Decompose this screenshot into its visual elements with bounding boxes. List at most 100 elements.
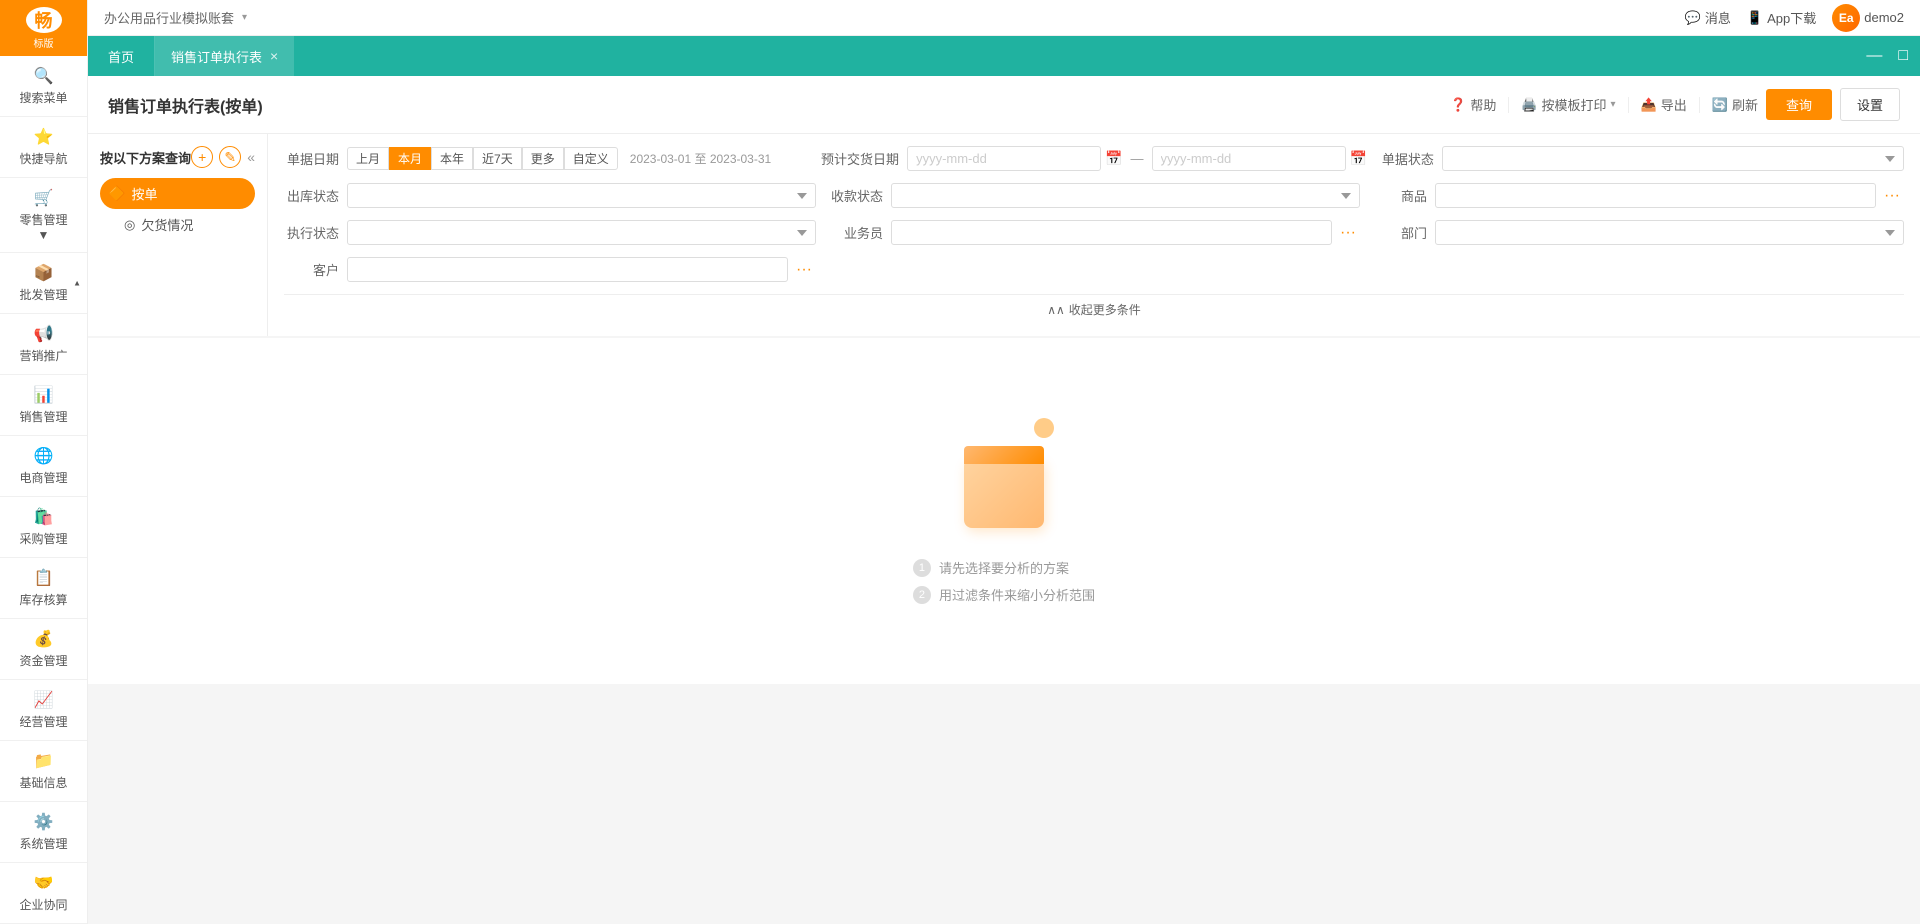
- window-minimize-btn[interactable]: —: [1862, 43, 1886, 69]
- date-label: 单据日期: [284, 149, 339, 168]
- tab-home-label: 首页: [108, 47, 134, 66]
- receipt-status-select[interactable]: [891, 183, 1360, 208]
- date-tab-this-month[interactable]: 本月: [389, 147, 431, 170]
- message-btn[interactable]: 💬 消息: [1685, 8, 1731, 27]
- tab-sales-order[interactable]: 销售订单执行表 ×: [155, 36, 294, 76]
- export-btn[interactable]: 📤 导出: [1641, 95, 1687, 114]
- add-plan-btn[interactable]: +: [191, 146, 213, 168]
- out-status-select[interactable]: [347, 183, 816, 208]
- outstatus-label: 出库状态: [284, 186, 339, 205]
- sidebar-label-retail: 零售管理: [19, 211, 67, 228]
- sidebar-label-sales: 销售管理: [19, 408, 67, 425]
- print-btn[interactable]: 🖨️ 按模板打印 ▾: [1521, 95, 1615, 114]
- refresh-icon: 🔄: [1712, 97, 1728, 113]
- globe-icon: 🌐: [34, 446, 54, 466]
- app-download-btn[interactable]: 📱 App下载: [1747, 8, 1816, 27]
- megaphone-icon: 📢: [34, 324, 54, 344]
- goods-more-btn[interactable]: ···: [1880, 187, 1904, 205]
- sub-item-shortage[interactable]: ◎ 欠货情况: [100, 209, 255, 240]
- logo-icon: 畅: [26, 7, 62, 33]
- sidebar-item-wholesale[interactable]: 📦 批发管理: [0, 253, 87, 314]
- message-icon: 💬: [1685, 10, 1701, 26]
- filter-row-1: 单据日期 上月 本月 本年 近7天 更多 自定义 2023-03-01 至 20…: [284, 146, 1904, 171]
- sidebar-item-finance[interactable]: 💰 资金管理: [0, 619, 87, 680]
- hint-num-2: 2: [913, 586, 931, 604]
- filter-cell-outstatus: 出库状态: [284, 183, 816, 208]
- empty-star: [1034, 418, 1054, 438]
- window-maximize-btn[interactable]: □: [1894, 43, 1912, 69]
- content-area: 销售订单执行表(按单) ❓ 帮助 🖨️ 按模板打印 ▾ 📤 导出: [88, 76, 1920, 924]
- dept-select[interactable]: [1435, 220, 1904, 245]
- tab-sales-order-label: 销售订单执行表: [171, 47, 262, 66]
- plan-icon: 🔶: [108, 185, 125, 202]
- app-subtitle: 标版: [34, 35, 54, 50]
- tab-home[interactable]: 首页: [88, 36, 155, 76]
- customer-more-btn[interactable]: ···: [792, 261, 816, 279]
- plan-item-order[interactable]: 🔶 按单: [100, 178, 255, 209]
- sidebar-item-ecommerce[interactable]: 🌐 电商管理: [0, 436, 87, 497]
- sidebar-item-quick[interactable]: ⭐ 快捷导航: [0, 117, 87, 178]
- date-tab-7days[interactable]: 近7天: [473, 147, 522, 170]
- dept-cell-content: [1435, 220, 1904, 245]
- sidebar-label-system: 系统管理: [19, 835, 67, 852]
- receiptstatus-label: 收款状态: [828, 186, 883, 205]
- edit-plan-btn[interactable]: ✎: [219, 146, 241, 168]
- filter-left-title: 按以下方案查询: [100, 148, 191, 167]
- shortage-icon: ◎: [124, 217, 135, 233]
- goods-cell-content: ···: [1435, 183, 1904, 208]
- calendar-icon-1[interactable]: 📅: [1105, 150, 1122, 167]
- sidebar-item-purchase[interactable]: 🛍️ 采购管理: [0, 497, 87, 558]
- exec-status-select[interactable]: [347, 220, 816, 245]
- customer-input[interactable]: [347, 257, 788, 282]
- date-tab-more[interactable]: 更多: [522, 147, 564, 170]
- date-cell-content: 上月 本月 本年 近7天 更多 自定义 2023-03-01 至 2023-03…: [347, 147, 809, 170]
- sidebar-item-enterprise[interactable]: 🤝 企业协同: [0, 863, 87, 924]
- date-tab-custom[interactable]: 自定义: [564, 147, 618, 170]
- tabbar-right: — □: [1862, 43, 1920, 69]
- filter-row-4: 客户 ···: [284, 257, 1904, 282]
- date-tab-this-year[interactable]: 本年: [431, 147, 473, 170]
- tab-close-icon[interactable]: ×: [270, 49, 278, 63]
- filter-cell-status: 单据状态: [1379, 146, 1904, 171]
- goods-input[interactable]: [1435, 183, 1876, 208]
- plus-icon: +: [198, 149, 206, 165]
- filter-left-actions: + ✎ «: [191, 146, 255, 168]
- empty-hint: 1 请先选择要分析的方案 2 用过滤条件来缩小分析范围: [913, 558, 1095, 604]
- trend-icon: 📈: [34, 690, 54, 710]
- refresh-btn[interactable]: 🔄 刷新: [1712, 95, 1758, 114]
- sidebar-label-purchase: 采购管理: [19, 530, 67, 547]
- status-select[interactable]: [1442, 146, 1904, 171]
- sidebar-item-sales[interactable]: 📊 销售管理: [0, 375, 87, 436]
- print-dropdown-icon[interactable]: ▾: [1611, 99, 1616, 110]
- predicted-date-end[interactable]: [1152, 146, 1346, 171]
- topbar-dropdown-icon[interactable]: ▾: [242, 12, 247, 23]
- search-button[interactable]: 查询: [1766, 89, 1832, 120]
- help-btn[interactable]: ❓ 帮助: [1450, 95, 1496, 114]
- salesperson-input[interactable]: [891, 220, 1332, 245]
- filter-cell-customer: 客户 ···: [284, 257, 816, 282]
- sidebar-label-ecommerce: 电商管理: [19, 469, 67, 486]
- sidebar: 畅 标版 🔍 搜索菜单 ⭐ 快捷导航 🛒 零售管理 📦 批发管理 📢 营销推广 …: [0, 0, 88, 924]
- sidebar-label-wholesale: 批发管理: [19, 286, 67, 303]
- sidebar-item-search[interactable]: 🔍 搜索菜单: [0, 56, 87, 117]
- user-menu[interactable]: Ea demo2: [1832, 4, 1904, 32]
- edit-icon: ✎: [224, 149, 236, 166]
- sidebar-item-system[interactable]: ⚙️ 系统管理: [0, 802, 87, 863]
- date-tab-last-month[interactable]: 上月: [347, 147, 389, 170]
- execstatus-cell-content: [347, 220, 816, 245]
- collapse-left-btn[interactable]: «: [247, 149, 255, 165]
- collapse-label: 收起更多条件: [1069, 301, 1141, 318]
- collapse-filter-btn[interactable]: ∧∧ 收起更多条件: [284, 294, 1904, 324]
- sidebar-item-basic[interactable]: 📁 基础信息: [0, 741, 87, 802]
- calendar-icon-2[interactable]: 📅: [1350, 150, 1367, 167]
- predicted-cell-content: 📅 — 📅: [907, 146, 1367, 171]
- sidebar-item-operation[interactable]: 📈 经营管理: [0, 680, 87, 741]
- main-area: 办公用品行业模拟账套 ▾ 💬 消息 📱 App下载 Ea demo2 首页 销售…: [88, 0, 1920, 924]
- salesperson-more-btn[interactable]: ···: [1336, 224, 1360, 242]
- sidebar-item-inventory[interactable]: 📋 库存核算: [0, 558, 87, 619]
- predicted-date-start[interactable]: [907, 146, 1101, 171]
- filter-form: 单据日期 上月 本月 本年 近7天 更多 自定义 2023-03-01 至 20…: [268, 134, 1920, 336]
- sidebar-item-marketing[interactable]: 📢 营销推广: [0, 314, 87, 375]
- sidebar-item-retail[interactable]: 🛒 零售管理: [0, 178, 87, 253]
- settings-button[interactable]: 设置: [1840, 88, 1900, 121]
